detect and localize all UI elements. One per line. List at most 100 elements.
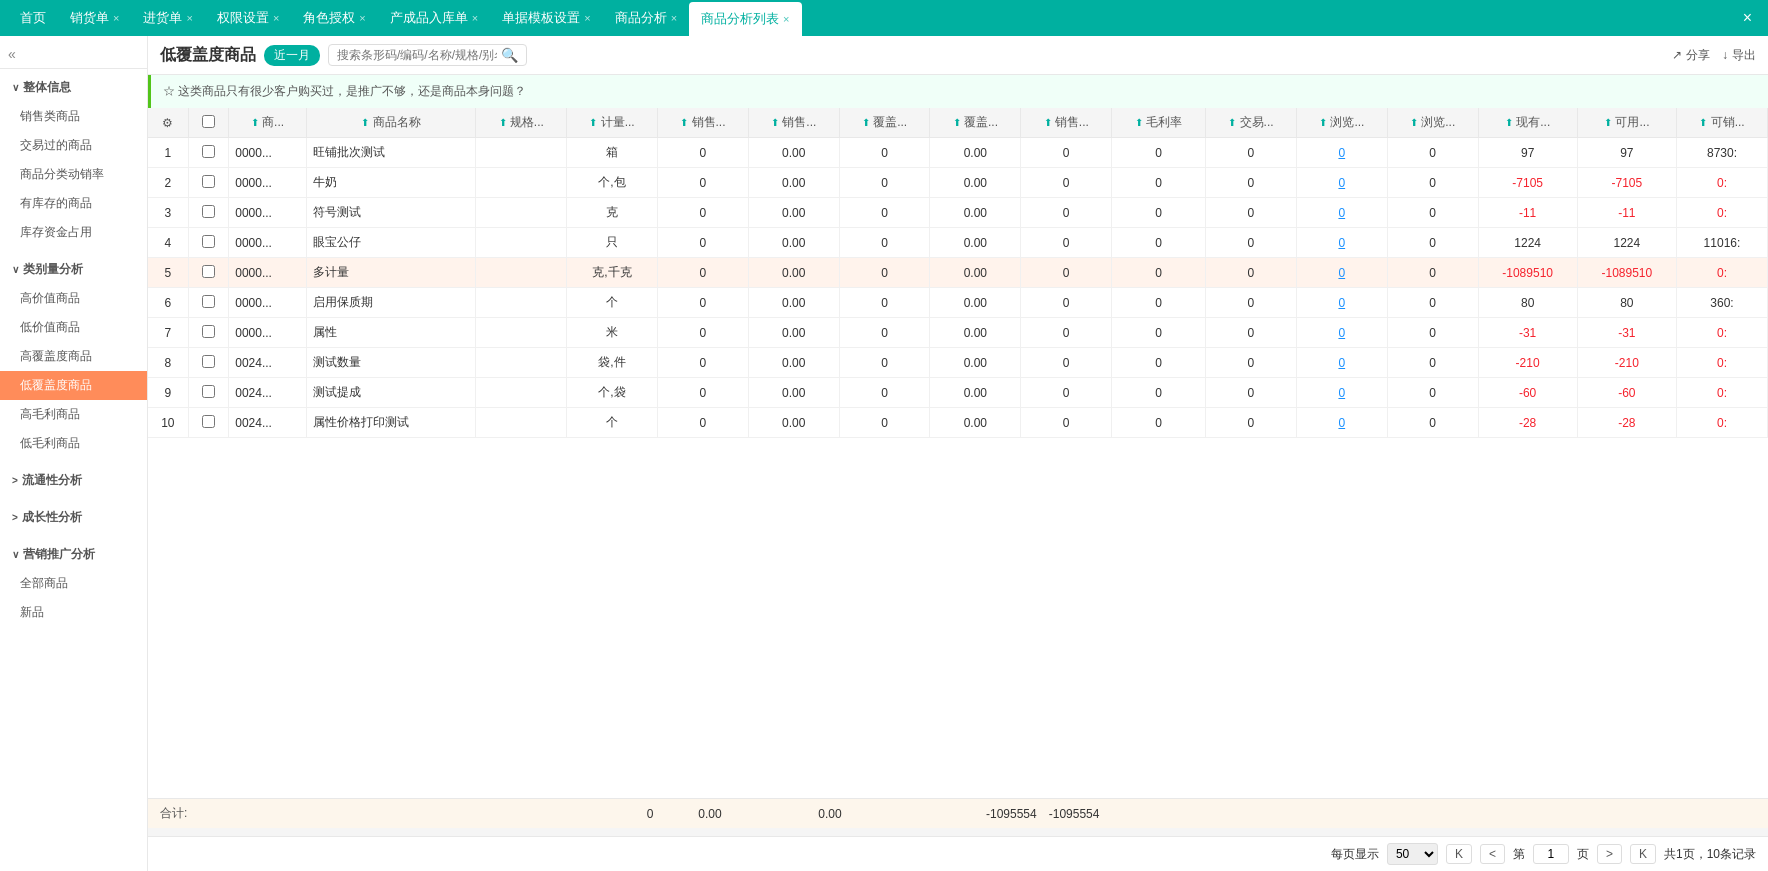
- browse-link[interactable]: 0: [1338, 266, 1345, 280]
- col-sales-amt[interactable]: ⬆ 销售...: [748, 108, 839, 138]
- col-available[interactable]: ⬆ 可用...: [1577, 108, 1676, 138]
- window-close-button[interactable]: ×: [1735, 9, 1760, 27]
- nav-template[interactable]: 单据模板设置×: [490, 0, 602, 36]
- row-checkbox[interactable]: [202, 325, 215, 338]
- row-checkbox[interactable]: [202, 205, 215, 218]
- nav-close-finished[interactable]: ×: [472, 12, 478, 24]
- col-gross-margin[interactable]: ⬆ 毛利率: [1112, 108, 1206, 138]
- search-icon[interactable]: 🔍: [501, 47, 518, 63]
- browse-link[interactable]: 0: [1338, 296, 1345, 310]
- row-browse1[interactable]: 0: [1296, 258, 1387, 288]
- browse-link[interactable]: 0: [1338, 326, 1345, 340]
- row-check[interactable]: [188, 198, 228, 228]
- browse-link[interactable]: 0: [1338, 146, 1345, 160]
- browse-link[interactable]: 0: [1338, 176, 1345, 190]
- nav-close-permission[interactable]: ×: [273, 12, 279, 24]
- sidebar-item-new-goods[interactable]: 新品: [0, 598, 147, 627]
- next-page-btn[interactable]: >: [1597, 844, 1622, 864]
- last-page-btn[interactable]: K: [1630, 844, 1656, 864]
- sidebar-section-growth-title[interactable]: > 成长性分析: [0, 503, 147, 532]
- nav-goods-analysis[interactable]: 商品分析×: [603, 0, 689, 36]
- col-name[interactable]: ⬆ 商品名称: [306, 108, 476, 138]
- col-saleable[interactable]: ⬆ 可销...: [1676, 108, 1767, 138]
- row-checkbox[interactable]: [202, 415, 215, 428]
- search-input[interactable]: [337, 48, 497, 62]
- row-checkbox[interactable]: [202, 295, 215, 308]
- row-browse1[interactable]: 0: [1296, 198, 1387, 228]
- row-checkbox[interactable]: [202, 145, 215, 158]
- col-code[interactable]: ⬆ 商...: [229, 108, 306, 138]
- page-number-input[interactable]: [1533, 844, 1569, 864]
- row-checkbox[interactable]: [202, 385, 215, 398]
- nav-role[interactable]: 角色授权×: [291, 0, 377, 36]
- share-button[interactable]: ↗ 分享: [1672, 47, 1710, 64]
- row-browse1[interactable]: 0: [1296, 168, 1387, 198]
- row-browse1[interactable]: 0: [1296, 408, 1387, 438]
- per-page-select[interactable]: 50 100 200: [1387, 843, 1438, 865]
- export-button[interactable]: ↓ 导出: [1722, 47, 1756, 64]
- col-transaction[interactable]: ⬆ 交易...: [1206, 108, 1297, 138]
- browse-link[interactable]: 0: [1338, 356, 1345, 370]
- col-spec[interactable]: ⬆ 规格...: [476, 108, 567, 138]
- sidebar-item-high-coverage[interactable]: 高覆盖度商品: [0, 342, 147, 371]
- row-checkbox[interactable]: [202, 265, 215, 278]
- sidebar-section-category-title[interactable]: ∨ 类别量分析: [0, 255, 147, 284]
- nav-sales[interactable]: 销货单×: [58, 0, 131, 36]
- nav-home[interactable]: 首页: [8, 0, 58, 36]
- nav-close-role[interactable]: ×: [359, 12, 365, 24]
- sidebar-section-flow-title[interactable]: > 流通性分析: [0, 466, 147, 495]
- sidebar-item-low-coverage[interactable]: 低覆盖度商品: [0, 371, 147, 400]
- nav-close-goods-analysis[interactable]: ×: [671, 12, 677, 24]
- first-page-btn[interactable]: K: [1446, 844, 1472, 864]
- sidebar-item-high-margin[interactable]: 高毛利商品: [0, 400, 147, 429]
- col-sales-qty[interactable]: ⬆ 销售...: [657, 108, 748, 138]
- col-settings[interactable]: ⚙: [148, 108, 188, 138]
- nav-close-purchase[interactable]: ×: [186, 12, 192, 24]
- nav-purchase[interactable]: 进货单×: [131, 0, 204, 36]
- row-check[interactable]: [188, 408, 228, 438]
- browse-link[interactable]: 0: [1338, 206, 1345, 220]
- row-browse1[interactable]: 0: [1296, 288, 1387, 318]
- sidebar-item-low-value[interactable]: 低价值商品: [0, 313, 147, 342]
- row-browse1[interactable]: 0: [1296, 348, 1387, 378]
- row-check[interactable]: [188, 348, 228, 378]
- nav-permission[interactable]: 权限设置×: [205, 0, 291, 36]
- select-all-checkbox[interactable]: [202, 115, 215, 128]
- prev-page-btn[interactable]: <: [1480, 844, 1505, 864]
- row-checkbox[interactable]: [202, 175, 215, 188]
- nav-finished[interactable]: 产成品入库单×: [378, 0, 490, 36]
- sidebar-item-all-goods[interactable]: 全部商品: [0, 569, 147, 598]
- browse-link[interactable]: 0: [1338, 416, 1345, 430]
- row-browse1[interactable]: 0: [1296, 138, 1387, 168]
- sidebar-item-high-value[interactable]: 高价值商品: [0, 284, 147, 313]
- sidebar-item-stocked-goods[interactable]: 有库存的商品: [0, 189, 147, 218]
- row-browse1[interactable]: 0: [1296, 228, 1387, 258]
- row-check[interactable]: [188, 258, 228, 288]
- row-checkbox[interactable]: [202, 355, 215, 368]
- row-check[interactable]: [188, 378, 228, 408]
- row-check[interactable]: [188, 288, 228, 318]
- row-check[interactable]: [188, 318, 228, 348]
- col-cov2[interactable]: ⬆ 覆盖...: [930, 108, 1021, 138]
- sidebar-item-low-margin[interactable]: 低毛利商品: [0, 429, 147, 458]
- col-cov1[interactable]: ⬆ 覆盖...: [839, 108, 930, 138]
- sidebar-collapse-btn[interactable]: «: [8, 46, 16, 62]
- browse-link[interactable]: 0: [1338, 386, 1345, 400]
- period-button[interactable]: 近一月: [264, 45, 320, 66]
- col-unit[interactable]: ⬆ 计量...: [567, 108, 658, 138]
- col-browse2[interactable]: ⬆ 浏览...: [1387, 108, 1478, 138]
- nav-close-goods-list[interactable]: ×: [783, 13, 789, 25]
- sidebar-section-overall-title[interactable]: ∨ 整体信息: [0, 73, 147, 102]
- nav-close-template[interactable]: ×: [584, 12, 590, 24]
- sidebar-item-sales-goods[interactable]: 销售类商品: [0, 102, 147, 131]
- sidebar-section-marketing-title[interactable]: ∨ 营销推广分析: [0, 540, 147, 569]
- browse-link[interactable]: 0: [1338, 236, 1345, 250]
- row-check[interactable]: [188, 138, 228, 168]
- nav-close-sales[interactable]: ×: [113, 12, 119, 24]
- col-browse1[interactable]: ⬆ 浏览...: [1296, 108, 1387, 138]
- row-checkbox[interactable]: [202, 235, 215, 248]
- sidebar-item-inventory-capital[interactable]: 库存资金占用: [0, 218, 147, 247]
- row-browse1[interactable]: 0: [1296, 318, 1387, 348]
- nav-goods-analysis-list[interactable]: 商品分析列表×: [689, 2, 801, 36]
- row-check[interactable]: [188, 228, 228, 258]
